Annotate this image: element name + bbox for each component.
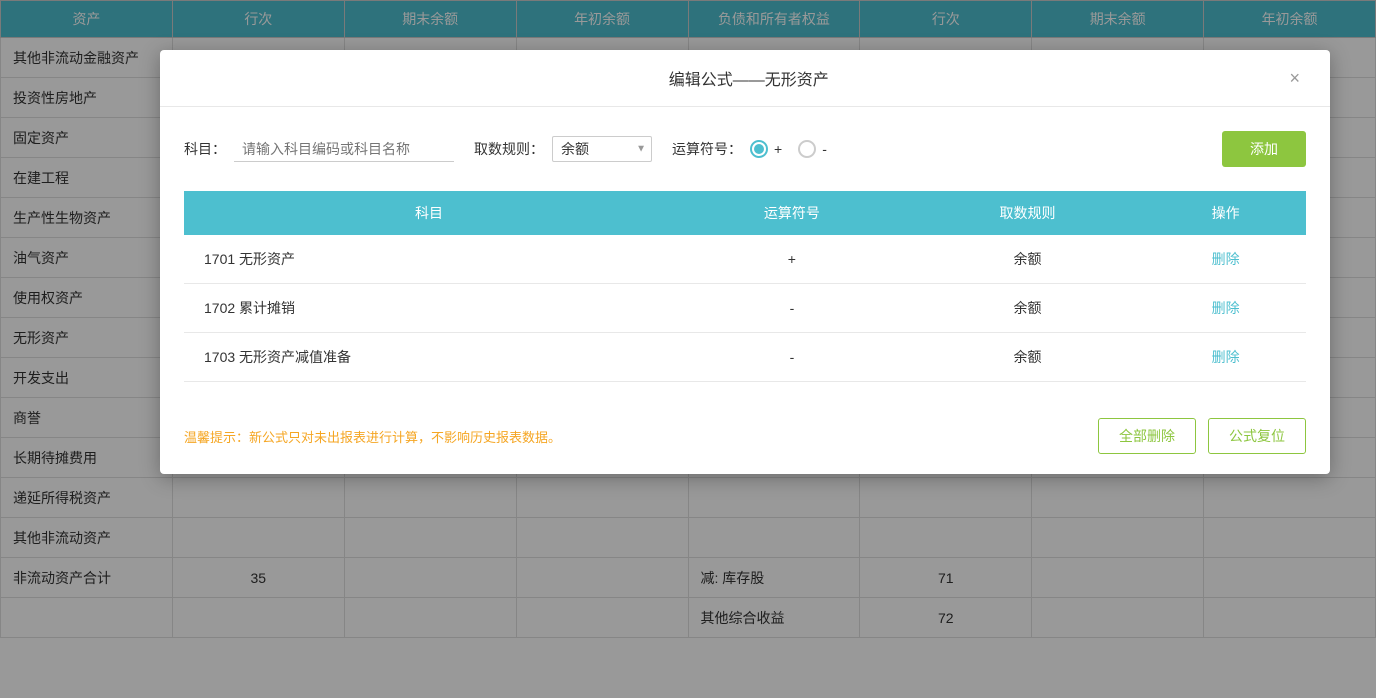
table-cell-rule: 余额 [910,235,1146,284]
formula-table: 科目 运算符号 取数规则 操作 1701 无形资产+余额删除1702 累计摊销-… [184,191,1306,382]
table-cell-action: 删除 [1145,284,1306,333]
table-cell-subject: 1703 无形资产减值准备 [184,333,674,382]
radio-plus-label: + [774,141,782,157]
subject-group: 科目： [184,137,454,162]
add-button[interactable]: 添加 [1222,131,1306,167]
table-cell-rule: 余额 [910,284,1146,333]
delete-row-button[interactable]: 删除 [1212,349,1240,365]
subject-label: 科目： [184,139,226,159]
radio-minus-label: - [822,141,827,157]
radio-group: + - [750,140,827,158]
table-row: 1701 无形资产+余额 删除 [184,235,1306,284]
footer-tip: 温馨提示：新公式只对未出报表进行计算，不影响历史报表数据。 [184,427,561,446]
modal-header: 编辑公式——无形资产 × [160,50,1330,107]
table-cell-operator: - [674,333,910,382]
footer-buttons: 全部删除 公式复位 [1098,418,1306,454]
modal-footer: 温馨提示：新公式只对未出报表进行计算，不影响历史报表数据。 全部删除 公式复位 [160,402,1330,474]
table-header-row: 科目 运算符号 取数规则 操作 [184,191,1306,235]
table-cell-subject: 1701 无形资产 [184,235,674,284]
th-rule: 取数规则 [910,191,1146,235]
radio-minus[interactable]: - [798,140,827,158]
rule-select[interactable]: 余额 借方发生额 贷方发生额 期初余额 [552,136,652,162]
table-cell-operator: - [674,284,910,333]
table-row: 1702 累计摊销-余额 删除 [184,284,1306,333]
delete-row-button[interactable]: 删除 [1212,300,1240,316]
table-row: 1703 无形资产减值准备-余额 删除 [184,333,1306,382]
operator-group: 运算符号： + - [672,139,827,159]
modal-body: 科目： 取数规则： 余额 借方发生额 贷方发生额 期初余额 ▼ 运算符号： [160,107,1330,402]
radio-minus-circle [798,140,816,158]
radio-plus-circle [750,140,768,158]
subject-input[interactable] [234,137,454,162]
rule-select-wrap: 余额 借方发生额 贷方发生额 期初余额 ▼ [552,136,652,162]
th-operator: 运算符号 [674,191,910,235]
table-cell-action: 删除 [1145,333,1306,382]
delete-row-button[interactable]: 删除 [1212,251,1240,267]
modal-title: 编辑公式——无形资产 [214,66,1283,90]
table-cell-subject: 1702 累计摊销 [184,284,674,333]
rule-group: 取数规则： 余额 借方发生额 贷方发生额 期初余额 ▼ [474,136,652,162]
delete-all-button[interactable]: 全部删除 [1098,418,1196,454]
th-action: 操作 [1145,191,1306,235]
table-cell-operator: + [674,235,910,284]
table-cell-action: 删除 [1145,235,1306,284]
th-subject: 科目 [184,191,674,235]
operator-label: 运算符号： [672,139,742,159]
modal-dialog: 编辑公式——无形资产 × 科目： 取数规则： 余额 借方发生额 贷方发生额 期初… [160,50,1330,474]
reset-formula-button[interactable]: 公式复位 [1208,418,1306,454]
rule-label: 取数规则： [474,139,544,159]
radio-plus[interactable]: + [750,140,782,158]
table-cell-rule: 余额 [910,333,1146,382]
close-button[interactable]: × [1283,67,1306,89]
form-row: 科目： 取数规则： 余额 借方发生额 贷方发生额 期初余额 ▼ 运算符号： [184,131,1306,167]
